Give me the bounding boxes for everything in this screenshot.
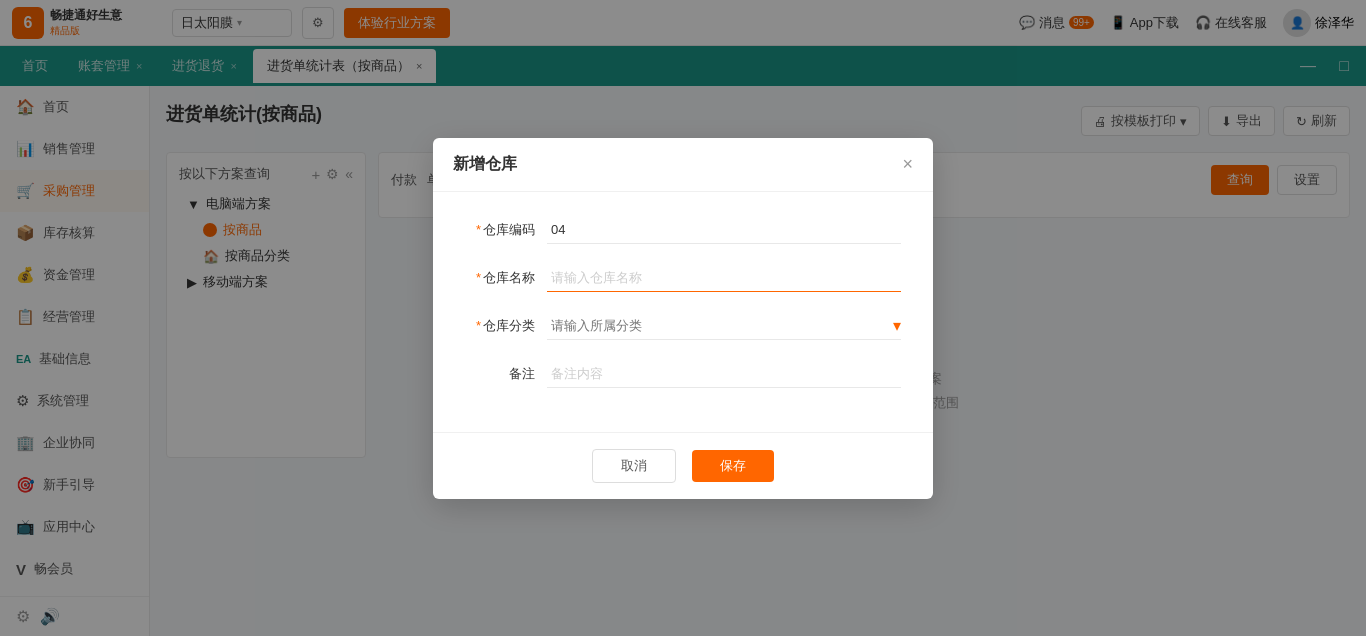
category-select-wrapper[interactable]: ▾ xyxy=(547,312,901,340)
name-input[interactable] xyxy=(547,264,901,292)
modal-body: *仓库编码 *仓库名称 *仓库分类 ▾ xyxy=(433,192,933,432)
modal-header: 新增仓库 × xyxy=(433,138,933,192)
modal-footer: 取消 保存 xyxy=(433,432,933,499)
remark-label: 备注 xyxy=(465,365,535,383)
form-row-remark: 备注 xyxy=(465,360,901,388)
category-input[interactable] xyxy=(547,312,893,339)
category-chevron-icon[interactable]: ▾ xyxy=(893,316,901,335)
modal-overlay[interactable]: 新增仓库 × *仓库编码 *仓库名称 *仓库分类 xyxy=(0,0,1366,636)
form-row-category: *仓库分类 ▾ xyxy=(465,312,901,340)
form-row-code: *仓库编码 xyxy=(465,216,901,244)
code-label: *仓库编码 xyxy=(465,221,535,239)
remark-input[interactable] xyxy=(547,360,901,388)
code-input[interactable] xyxy=(547,216,901,244)
add-warehouse-modal: 新增仓库 × *仓库编码 *仓库名称 *仓库分类 xyxy=(433,138,933,499)
modal-title: 新增仓库 xyxy=(453,154,517,175)
form-row-name: *仓库名称 xyxy=(465,264,901,292)
name-label: *仓库名称 xyxy=(465,269,535,287)
cancel-button[interactable]: 取消 xyxy=(592,449,676,483)
save-button[interactable]: 保存 xyxy=(692,450,774,482)
modal-close-button[interactable]: × xyxy=(902,154,913,175)
category-label: *仓库分类 xyxy=(465,317,535,335)
